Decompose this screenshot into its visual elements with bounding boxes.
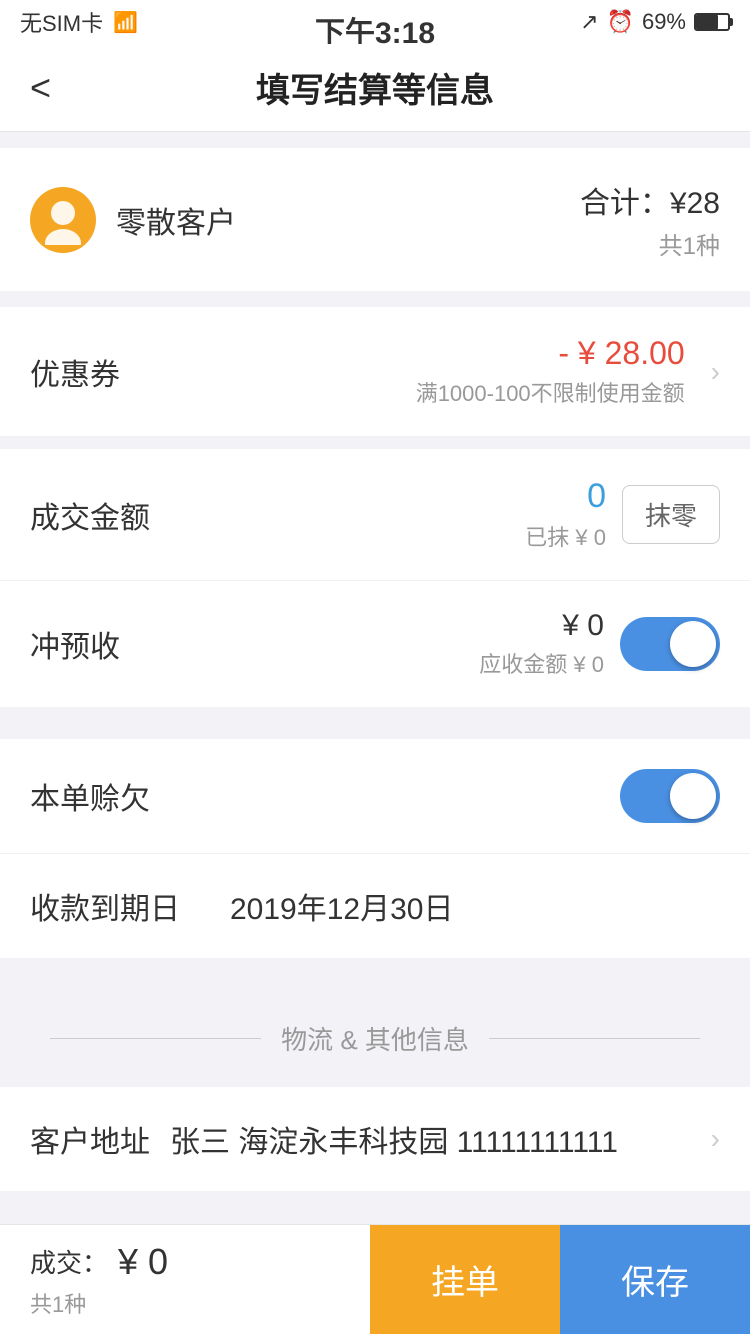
nav-bar: < 填写结算等信息 — [0, 44, 750, 132]
total-count: 共1种 — [580, 226, 720, 261]
due-date-label: 收款到期日 — [30, 884, 180, 928]
content: 零散客户 合计：¥28 共1种 优惠券 - ¥ 28.00 满1000-100不… — [0, 148, 750, 1311]
coupon-label: 优惠券 — [30, 350, 150, 394]
debt-row: 本单赊欠 — [0, 739, 750, 853]
divider-2 — [0, 707, 750, 723]
coupon-value: - ¥ 28.00 满1000-100不限制使用金额 — [416, 335, 685, 408]
amount-sub: 已抹 ¥ 0 — [525, 520, 606, 552]
address-label: 客户地址 — [30, 1117, 150, 1161]
prepay-value-area: ¥ 0 应收金额 ¥ 0 — [150, 609, 720, 679]
save-button[interactable]: 保存 — [560, 1225, 750, 1334]
trade-label: 成交： — [30, 1243, 108, 1280]
amount-value[interactable]: 0 — [525, 477, 606, 516]
battery-percent: 69% — [642, 9, 686, 35]
due-date-value[interactable]: 2019年12月30日 — [230, 884, 453, 928]
customer-total: 合计：¥28 共1种 — [580, 178, 720, 261]
bottom-info: 成交： ¥ 0 共1种 — [0, 1225, 370, 1334]
back-button[interactable]: < — [30, 57, 61, 119]
coupon-description: 满1000-100不限制使用金额 — [416, 376, 685, 408]
prepay-row: 冲预收 ¥ 0 应收金额 ¥ 0 — [0, 581, 750, 707]
prepay-main-value: ¥ 0 — [479, 609, 604, 643]
alarm-icon: ⏰ — [607, 9, 634, 35]
round-off-button[interactable]: 抹零 — [622, 485, 720, 544]
trade-amount: ¥ 0 — [118, 1241, 168, 1283]
address-chevron-icon: › — [711, 1123, 720, 1155]
page-title: 填写结算等信息 — [256, 63, 494, 112]
logistics-section: 物流 & 其他信息 — [0, 990, 750, 1087]
amount-label: 成交金额 — [30, 493, 150, 537]
bottom-trade: 成交： ¥ 0 — [30, 1241, 340, 1283]
prepay-sub-value: 应收金额 ¥ 0 — [479, 647, 604, 679]
amount-row: 成交金额 0 已抹 ¥ 0 抹零 — [0, 449, 750, 581]
bottom-bar: 成交： ¥ 0 共1种 挂单 保存 — [0, 1224, 750, 1334]
hang-button[interactable]: 挂单 — [370, 1225, 560, 1334]
coupon-value-area: - ¥ 28.00 满1000-100不限制使用金额 › — [150, 335, 720, 408]
chevron-right-icon: › — [711, 356, 720, 388]
address-value: 张三 海淀永丰科技园 11111111111 — [170, 1117, 701, 1161]
network-label: 无SIM卡 — [20, 6, 103, 38]
amount-value-area: 0 已抹 ¥ 0 抹零 — [150, 477, 720, 552]
address-row[interactable]: 客户地址 张三 海淀永丰科技园 11111111111 › — [0, 1087, 750, 1191]
toggle-knob — [670, 621, 716, 667]
battery-icon — [694, 13, 730, 31]
status-right: ↗ ⏰ 69% — [580, 9, 730, 35]
prepay-value: ¥ 0 应收金额 ¥ 0 — [479, 609, 604, 679]
location-icon: ↗ — [580, 9, 598, 35]
debt-toggle[interactable] — [620, 769, 720, 823]
prepay-toggle[interactable] — [620, 617, 720, 671]
due-date-row: 收款到期日 2019年12月30日 — [0, 853, 750, 958]
amount-input-area: 0 已抹 ¥ 0 — [525, 477, 606, 552]
debt-label: 本单赊欠 — [30, 774, 150, 818]
debt-toggle-knob — [670, 773, 716, 819]
form-section-1: 优惠券 - ¥ 28.00 满1000-100不限制使用金额 › 成交金额 0 … — [0, 307, 750, 707]
divider-inner-1 — [0, 437, 750, 449]
customer-section: 零散客户 合计：¥28 共1种 — [0, 148, 750, 291]
debt-section: 本单赊欠 收款到期日 2019年12月30日 — [0, 739, 750, 958]
divider-3 — [0, 958, 750, 974]
avatar — [30, 187, 96, 253]
customer-name: 零散客户 — [116, 198, 236, 242]
address-section: 客户地址 张三 海淀永丰科技园 11111111111 › — [0, 1087, 750, 1191]
wifi-icon: 📶 — [113, 10, 138, 35]
status-bar: 无SIM卡 📶 下午3:18 ↗ ⏰ 69% — [0, 0, 750, 44]
status-left: 无SIM卡 📶 — [20, 6, 138, 38]
divider-1 — [0, 291, 750, 307]
total-amount: 合计：¥28 — [580, 178, 720, 222]
prepay-label: 冲预收 — [30, 622, 150, 666]
coupon-discount: - ¥ 28.00 — [416, 335, 685, 372]
bottom-count: 共1种 — [30, 1287, 340, 1319]
coupon-row[interactable]: 优惠券 - ¥ 28.00 满1000-100不限制使用金额 › — [0, 307, 750, 437]
customer-left: 零散客户 — [30, 187, 236, 253]
logistics-title: 物流 & 其他信息 — [281, 1020, 469, 1057]
logistics-header: 物流 & 其他信息 — [0, 990, 750, 1087]
